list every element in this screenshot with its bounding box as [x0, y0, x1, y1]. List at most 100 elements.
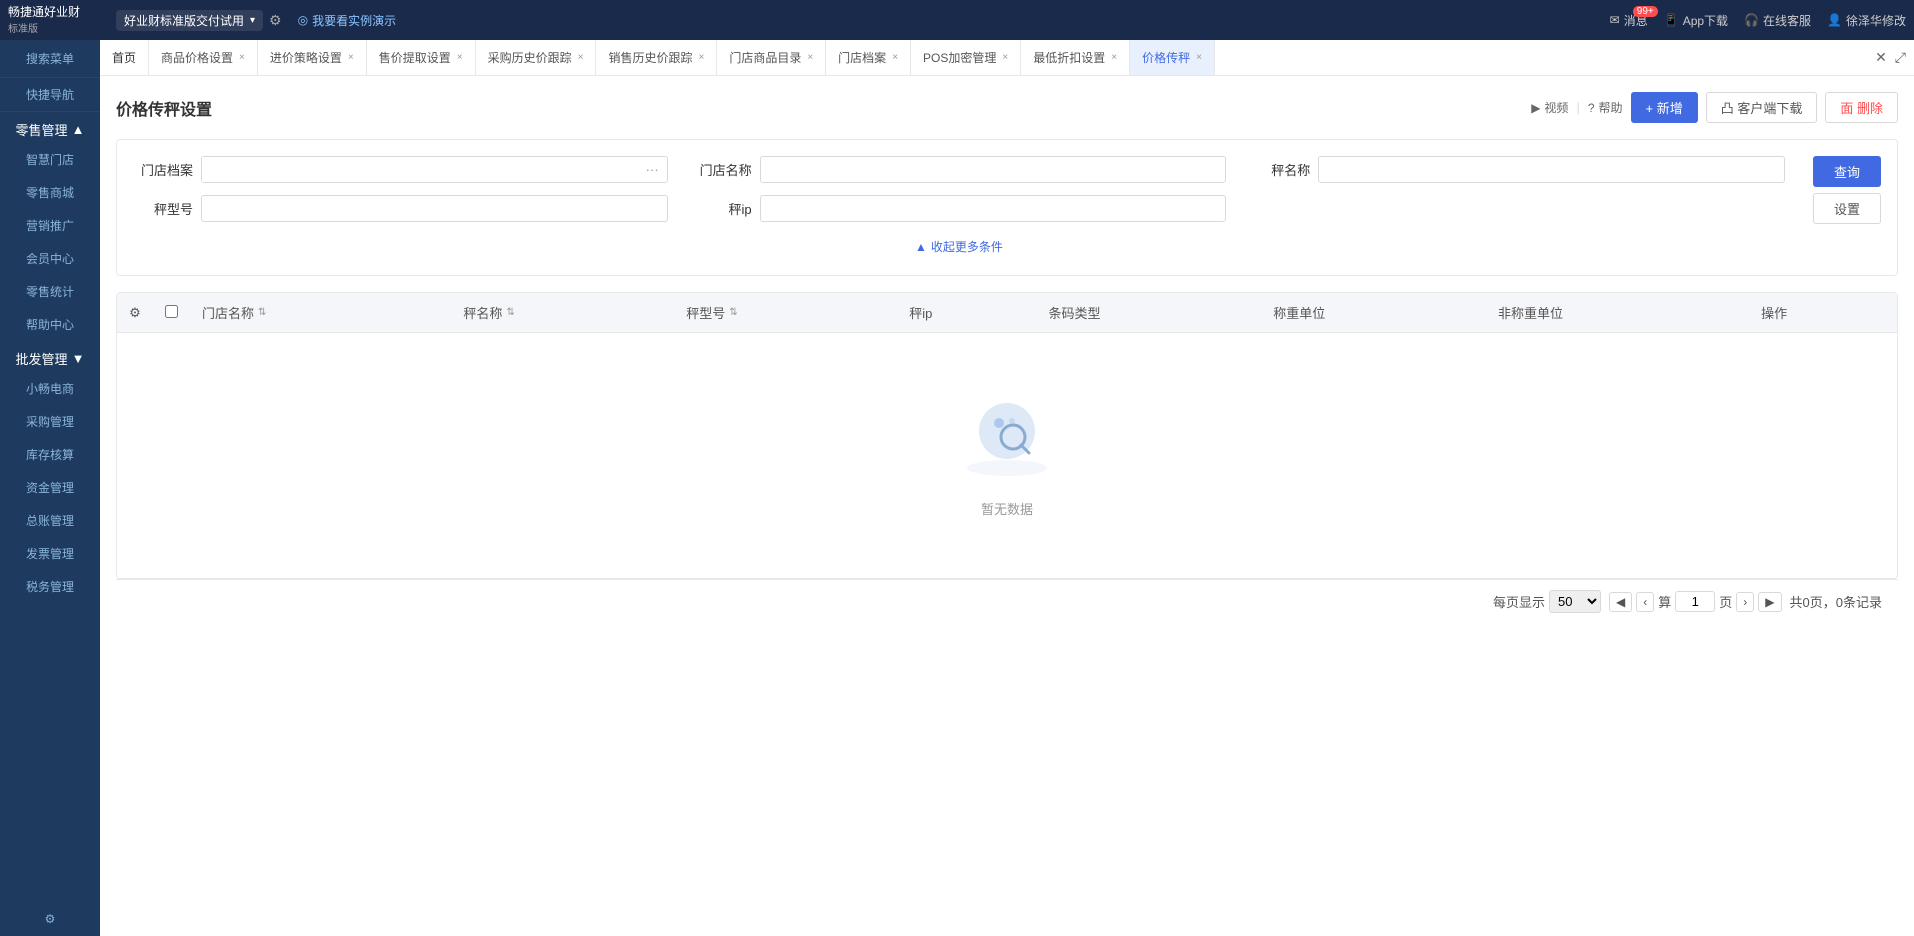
sidebar-item-inventory-accounting[interactable]: 库存核算 — [0, 438, 100, 471]
tab-close-purchase-strategy[interactable]: × — [348, 52, 354, 63]
tab-close-product-catalog[interactable]: × — [807, 52, 813, 63]
sidebar-item-wholesale-mgmt[interactable]: 批发管理 ▼ — [0, 341, 100, 372]
scale-type-input[interactable] — [201, 195, 668, 222]
last-page-btn[interactable]: ▶ — [1758, 592, 1781, 612]
prev-page-btn[interactable]: ‹ — [1636, 592, 1654, 612]
sidebar-item-marketing[interactable]: 营销推广 — [0, 209, 100, 242]
tab-min-discount[interactable]: 最低折扣设置 × — [1021, 40, 1130, 75]
tab-close-price-scale[interactable]: × — [1196, 52, 1202, 63]
first-page-btn[interactable]: ◀ — [1609, 592, 1632, 612]
tab-close-min-discount[interactable]: × — [1111, 52, 1117, 63]
per-page-selector: 每页显示 10 20 50 100 — [1493, 590, 1601, 613]
demo-link[interactable]: ◎ 我要看实例演示 — [298, 12, 397, 29]
select-all-checkbox[interactable] — [165, 305, 178, 318]
store-file-dots-btn[interactable]: ··· — [638, 162, 667, 177]
total-info: 共0页，0条记录 — [1790, 592, 1882, 611]
scale-ip-input[interactable] — [760, 195, 1227, 222]
store-file-label: 门店档案 — [133, 160, 193, 179]
store-file-input[interactable] — [202, 157, 638, 182]
sidebar-item-help-center[interactable]: 帮助中心 — [0, 308, 100, 341]
store-name-field: 门店名称 — [692, 156, 1227, 183]
filter-row-1: 门店档案 ··· 门店名称 — [133, 156, 1785, 183]
store-file-field: 门店档案 ··· — [133, 156, 668, 183]
tab-store-file[interactable]: 门店档案 × — [826, 40, 911, 75]
tab-close-selling-price[interactable]: × — [457, 52, 463, 63]
settings-icon[interactable]: ⚙ — [269, 12, 282, 29]
sidebar: 搜索菜单 快捷导航 零售管理 ▲ 智慧门店 零售商城 营销推广 会员中心 零售统… — [0, 40, 100, 936]
tab-selling-price-extract[interactable]: 售价提取设置 × — [367, 40, 476, 75]
query-button[interactable]: 查询 — [1813, 156, 1881, 187]
per-page-select[interactable]: 10 20 50 100 — [1549, 590, 1601, 613]
sidebar-item-retail-mgmt[interactable]: 零售管理 ▲ — [0, 112, 100, 143]
wholesale-mgmt-label: 批发管理 — [16, 349, 68, 368]
scale-name-input[interactable] — [1318, 156, 1785, 183]
message-btn[interactable]: ✉ 消息 99+ — [1610, 12, 1648, 29]
tab-bar: 首页 商品价格设置 × 进价策略设置 × 售价提取设置 × 采购历史价跟踪 × — [100, 40, 1914, 76]
filter-row-2: 秤型号 秤ip — [133, 195, 1785, 222]
sidebar-item-retail-mall[interactable]: 零售商城 — [0, 176, 100, 209]
page-number-input[interactable] — [1675, 591, 1715, 612]
store-name-input[interactable] — [760, 156, 1227, 183]
customer-service-btn[interactable]: 🎧 在线客服 — [1744, 12, 1811, 29]
sidebar-item-xiaochang-ecom[interactable]: 小畅电商 — [0, 372, 100, 405]
message-icon: ✉ — [1610, 13, 1620, 27]
sidebar-settings-btn[interactable]: ⚙ — [0, 902, 100, 936]
app-download-btn[interactable]: 📱 App下载 — [1664, 12, 1728, 29]
sidebar-item-general-ledger[interactable]: 总账管理 — [0, 504, 100, 537]
table-section: ⚙ 门店名称 ⇅ — [116, 292, 1898, 579]
video-link[interactable]: ▶ 视频 — [1531, 99, 1568, 116]
help-link[interactable]: ? 帮助 — [1588, 99, 1623, 116]
video-label: 视频 — [1544, 99, 1568, 116]
sidebar-item-purchase-mgmt[interactable]: 采购管理 — [0, 405, 100, 438]
sidebar-item-funds-mgmt[interactable]: 资金管理 — [0, 471, 100, 504]
wholesale-mgmt-arrow-icon: ▼ — [72, 351, 85, 366]
tab-purchase-history-tracking[interactable]: 采购历史价跟踪 × — [476, 40, 597, 75]
tab-price-scale[interactable]: 价格传秤 × — [1130, 40, 1215, 75]
sidebar-item-invoice-mgmt[interactable]: 发票管理 — [0, 537, 100, 570]
sidebar-search[interactable]: 搜索菜单 — [0, 40, 100, 78]
user-area[interactable]: 👤 徐泽华修改 — [1827, 12, 1906, 29]
tab-store-product-catalog[interactable]: 门店商品目录 × — [717, 40, 826, 75]
add-button[interactable]: + 新增 — [1631, 92, 1698, 123]
table-checkbox-col — [153, 293, 190, 333]
tab-product-price-settings[interactable]: 商品价格设置 × — [149, 40, 258, 75]
page-navigation: ◀ ‹ 算 页 › ▶ — [1609, 591, 1782, 612]
version-selector[interactable]: 好业财标准版交付试用 ▾ — [116, 10, 263, 31]
tab-home[interactable]: 首页 — [100, 40, 149, 75]
sidebar-item-tax-mgmt[interactable]: 税务管理 — [0, 570, 100, 603]
table-settings-col[interactable]: ⚙ — [117, 293, 153, 333]
sidebar-item-member-center[interactable]: 会员中心 — [0, 242, 100, 275]
tab-sales-history-tracking[interactable]: 销售历史价跟踪 × — [596, 40, 717, 75]
customer-service-icon: 🎧 — [1744, 13, 1759, 27]
tab-close-product-price[interactable]: × — [239, 52, 245, 63]
tab-close-all-btn[interactable]: ✕ — [1875, 49, 1887, 66]
sidebar-shortcut-nav[interactable]: 快捷导航 — [0, 78, 100, 112]
page-suffix: 页 — [1719, 592, 1732, 611]
empty-state-icon — [957, 393, 1057, 483]
version-badge: 标准版 — [8, 20, 80, 35]
collapse-icon: ▲ — [915, 240, 927, 254]
tab-close-store-file[interactable]: × — [892, 52, 898, 63]
next-page-btn[interactable]: › — [1736, 592, 1754, 612]
sidebar-item-retail-stats[interactable]: 零售统计 — [0, 275, 100, 308]
collapse-btn[interactable]: ▲ 收起更多条件 — [133, 234, 1785, 259]
tab-close-sales-history[interactable]: × — [698, 52, 704, 63]
tab-close-pos-encryption[interactable]: × — [1002, 52, 1008, 63]
th-operation: 操作 — [1749, 293, 1897, 333]
tab-purchase-strategy[interactable]: 进价策略设置 × — [258, 40, 367, 75]
store-file-input-wrapper: ··· — [201, 156, 668, 183]
sidebar-item-smart-store[interactable]: 智慧门店 — [0, 143, 100, 176]
tab-pos-encryption[interactable]: POS加密管理 × — [911, 40, 1021, 75]
client-download-button[interactable]: 凸 客户端下载 — [1706, 92, 1818, 123]
th-scale-type: 秤型号 ⇅ — [674, 293, 897, 333]
set-button[interactable]: 设置 — [1813, 193, 1881, 224]
help-icon: ? — [1588, 101, 1595, 115]
delete-button[interactable]: 面 删除 — [1825, 92, 1898, 123]
tab-expand-btn[interactable]: ⤢ — [1895, 49, 1906, 66]
tab-close-purchase-history[interactable]: × — [578, 52, 584, 63]
page-actions: ▶ 视频 | ? 帮助 + 新增 凸 客户端下载 面 删除 — [1531, 92, 1898, 123]
scale-type-label: 秤型号 — [133, 199, 193, 218]
user-avatar-icon: 👤 — [1827, 13, 1842, 27]
collapse-label: 收起更多条件 — [931, 238, 1003, 255]
data-table: ⚙ 门店名称 ⇅ — [117, 293, 1897, 578]
